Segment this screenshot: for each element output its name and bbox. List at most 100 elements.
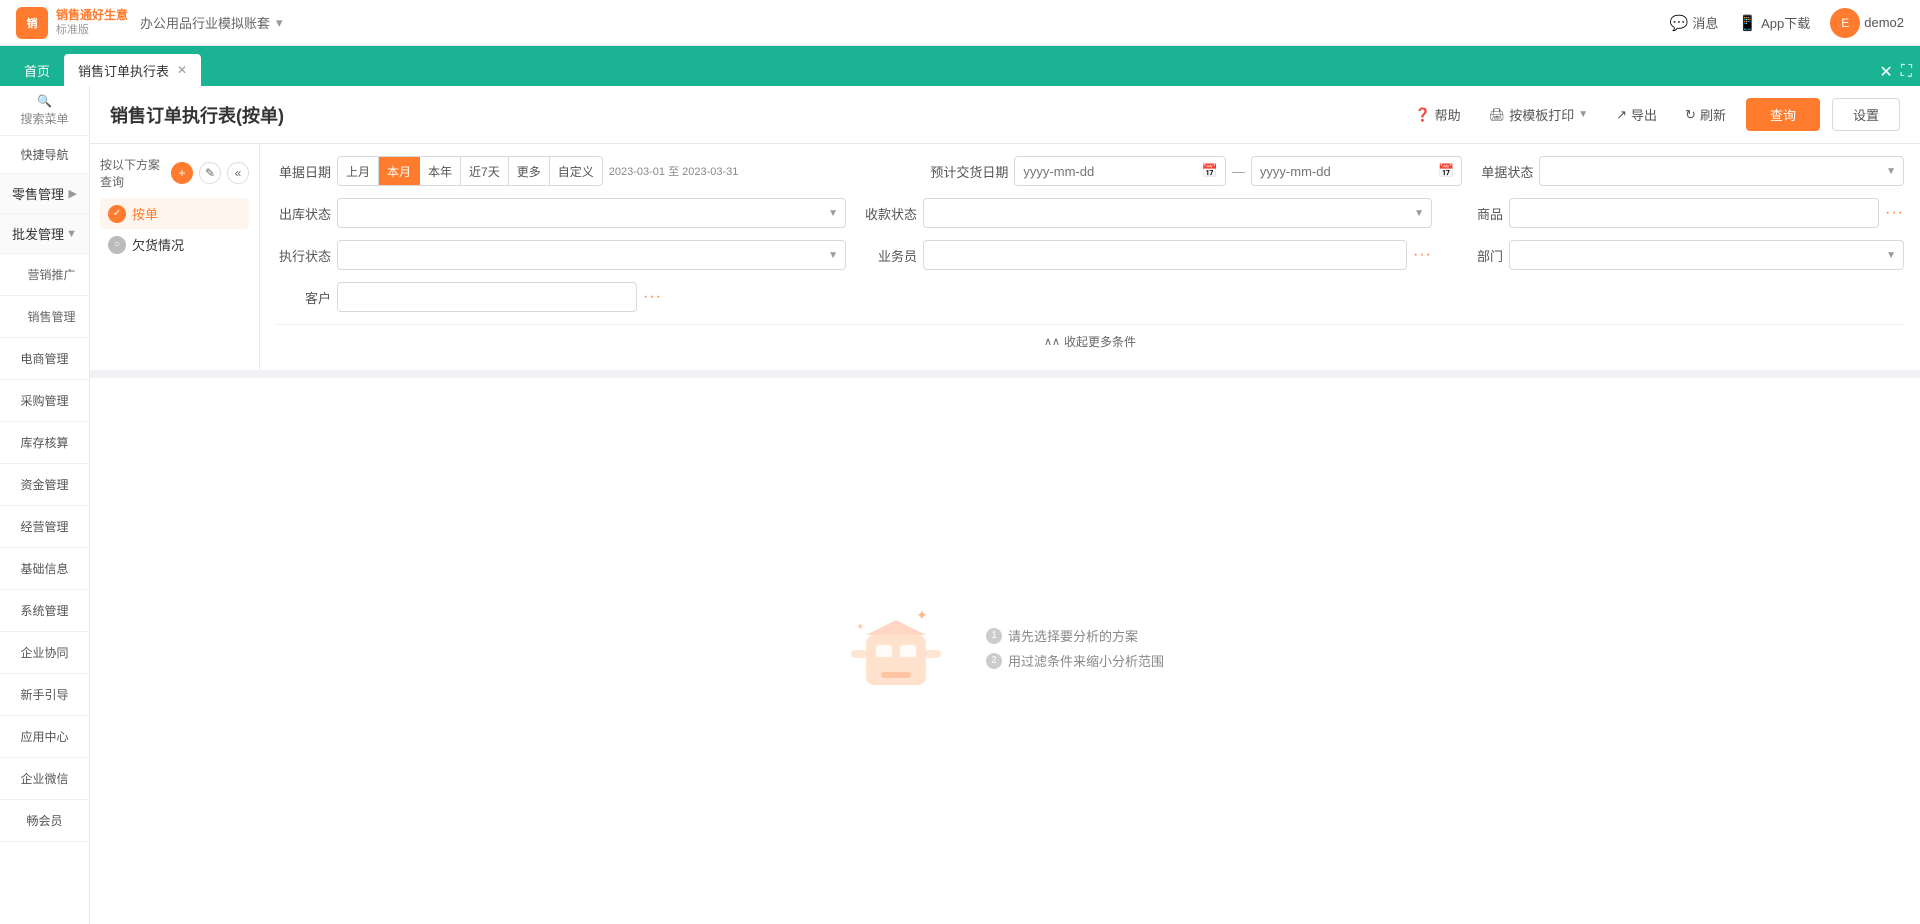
tab-order-list[interactable]: 销售订单执行表 ✕ [64, 54, 201, 86]
refresh-icon: ↻ [1685, 107, 1696, 123]
message-btn[interactable]: 💬 消息 [1670, 13, 1719, 32]
sidebar-item-inventory[interactable]: 库存核算 [0, 422, 89, 464]
scheme-item-order[interactable]: ✓ 按单 [100, 198, 249, 229]
sidebar-item-operations[interactable]: 经营管理 [0, 506, 89, 548]
sidebar-item-member[interactable]: 畅会员 [0, 800, 89, 842]
filter-row-3: 执行状态 ▼ 业务员 ··· 部门 [276, 240, 1904, 270]
collapse-up-icon: ∧∧ [1044, 335, 1060, 348]
app-download-icon: 📱 [1738, 14, 1757, 32]
warehouse-select[interactable] [337, 198, 846, 228]
svg-text:销: 销 [27, 16, 38, 30]
scheme-add-btn[interactable]: + [171, 162, 193, 184]
filter-area: 单据日期 上月 本月 本年 近7天 更多 自定义 2023-03-01 至 20… [260, 144, 1920, 370]
sidebar-item-search-menu[interactable]: 🔍 搜索菜单 [0, 86, 89, 136]
sidebar-item-apps[interactable]: 应用中心 [0, 716, 89, 758]
customer-field: 客户 ··· [276, 282, 1904, 312]
tab-bar: 首页 销售订单执行表 ✕ ✕ ⛶ [0, 46, 1920, 86]
tab-home[interactable]: 首页 [10, 54, 64, 86]
empty-illustration: ✦ ✦ [846, 600, 946, 703]
sidebar-item-basic[interactable]: 基础信息 [0, 548, 89, 590]
dept-field: 部门 ▼ [1448, 240, 1904, 270]
tab-close-window-icon[interactable]: ✕ [1879, 62, 1892, 82]
sidebar-item-wechat[interactable]: 企业微信 [0, 758, 89, 800]
sidebar-item-marketing[interactable]: 营销推广 [0, 254, 89, 296]
filter-row-2: 出库状态 ▼ 收款状态 [276, 198, 1904, 228]
exec-field: 执行状态 ▼ [276, 240, 846, 270]
sidebar-item-corp[interactable]: 企业协同 [0, 632, 89, 674]
sidebar-item-system[interactable]: 系统管理 [0, 590, 89, 632]
logo-icon: 销 [16, 7, 48, 39]
header-right: 💬 消息 📱 App下载 E demo2 [1670, 8, 1904, 38]
date-btn-this-year[interactable]: 本年 [420, 157, 461, 185]
payment-select[interactable] [923, 198, 1432, 228]
goods-more-icon[interactable]: ··· [1885, 204, 1904, 222]
main-layout: 🔍 搜索菜单 快捷导航 零售管理 ▶ 批发管理 ▼ 营销推广 销售管理 电商管理… [0, 86, 1920, 924]
date-btn-more[interactable]: 更多 [509, 157, 550, 185]
help-icon: ❓ [1414, 107, 1430, 123]
filter-row-4: 客户 ··· [276, 282, 1904, 312]
empty-tip-2: 2 用过滤条件来缩小分析范围 [986, 651, 1164, 670]
salesperson-input[interactable] [923, 240, 1407, 270]
status-select[interactable] [1539, 156, 1904, 186]
sidebar-item-quick-nav[interactable]: 快捷导航 [0, 136, 89, 174]
salesperson-field: 业务员 ··· [862, 240, 1432, 270]
status-field: 单据状态 ▼ [1478, 156, 1904, 186]
payment-select-wrapper: ▼ [923, 198, 1432, 228]
sidebar-item-finance[interactable]: 资金管理 [0, 464, 89, 506]
refresh-btn[interactable]: ↻ 刷新 [1677, 101, 1734, 128]
sidebar-item-wholesale[interactable]: 批发管理 ▼ [0, 214, 89, 254]
filter-panel: 按以下方案查询 + ✎ « ✓ 按单 ○ 欠货情况 [90, 144, 1920, 370]
expected-date-field: 预计交货日期 📅 — 📅 [930, 156, 1462, 186]
print-dropdown-icon: ▼ [1578, 109, 1588, 120]
export-btn[interactable]: ↗ 导出 [1608, 101, 1665, 128]
customer-more-icon[interactable]: ··· [643, 288, 662, 306]
date-quick-btns: 上月 本月 本年 近7天 更多 自定义 [337, 156, 603, 186]
breadcrumb[interactable]: 办公用品行业模拟账套 ▾ [140, 13, 283, 32]
expected-date-start-wrapper: 📅 [1014, 156, 1226, 186]
user-profile[interactable]: E demo2 [1830, 8, 1904, 38]
sidebar-item-retail[interactable]: 零售管理 ▶ [0, 174, 89, 214]
query-button[interactable]: 查询 [1746, 98, 1820, 131]
sidebar-item-purchase[interactable]: 采购管理 [0, 380, 89, 422]
customer-input[interactable] [337, 282, 637, 312]
scheme-item-owed[interactable]: ○ 欠货情况 [100, 229, 249, 260]
app-download-btn[interactable]: 📱 App下载 [1738, 13, 1810, 32]
scheme-header: 按以下方案查询 + ✎ « [100, 156, 249, 190]
scheme-dot-inactive: ○ [108, 236, 126, 254]
date-btn-custom[interactable]: 自定义 [550, 157, 602, 185]
tip-num-2: 2 [986, 653, 1002, 669]
export-icon: ↗ [1616, 107, 1627, 123]
settings-button[interactable]: 设置 [1832, 98, 1900, 131]
salesperson-more-icon[interactable]: ··· [1413, 246, 1432, 264]
scheme-header-icons: + ✎ « [171, 162, 249, 184]
empty-state: ✦ ✦ 1 请先选择要分析的方案 2 用过滤条件来缩小分析范围 [90, 378, 1920, 924]
help-btn[interactable]: ❓ 帮助 [1406, 101, 1468, 128]
date-btn-7days[interactable]: 近7天 [461, 157, 509, 185]
exec-select[interactable] [337, 240, 846, 270]
sidebar-item-ecommerce[interactable]: 电商管理 [0, 338, 89, 380]
sidebar: 🔍 搜索菜单 快捷导航 零售管理 ▶ 批发管理 ▼ 营销推广 销售管理 电商管理… [0, 86, 90, 924]
empty-tip-1: 1 请先选择要分析的方案 [986, 626, 1164, 645]
tab-close-icon[interactable]: ✕ [177, 63, 187, 77]
date-btn-last-month[interactable]: 上月 [338, 157, 379, 185]
scheme-edit-btn[interactable]: ✎ [199, 162, 221, 184]
sidebar-item-sales[interactable]: 销售管理 [0, 296, 89, 338]
print-btn[interactable]: 🖨 按模板打印 ▼ [1481, 101, 1596, 128]
scheme-collapse-btn[interactable]: « [227, 162, 249, 184]
top-header: 销 销售通好生意 标准版 办公用品行业模拟账套 ▾ 💬 消息 📱 App下载 E… [0, 0, 1920, 46]
status-select-wrapper: ▼ [1539, 156, 1904, 186]
svg-text:✦: ✦ [856, 622, 864, 633]
page-title: 销售订单执行表(按单) [110, 102, 284, 140]
scheme-panel: 按以下方案查询 + ✎ « ✓ 按单 ○ 欠货情况 [90, 144, 260, 370]
expected-date-end[interactable] [1251, 156, 1463, 186]
date-btn-this-month[interactable]: 本月 [379, 157, 420, 185]
goods-input[interactable] [1509, 198, 1879, 228]
tab-expand-icon[interactable]: ⛶ [1901, 63, 1912, 81]
expected-date-start[interactable] [1014, 156, 1226, 186]
dept-select[interactable] [1509, 240, 1904, 270]
sidebar-item-newbie[interactable]: 新手引导 [0, 674, 89, 716]
tab-right-actions: ✕ ⛶ [1879, 62, 1920, 86]
payment-field: 收款状态 ▼ [862, 198, 1432, 228]
expected-date-end-wrapper: 📅 [1251, 156, 1463, 186]
collapse-bar[interactable]: ∧∧ 收起更多条件 [276, 324, 1904, 358]
